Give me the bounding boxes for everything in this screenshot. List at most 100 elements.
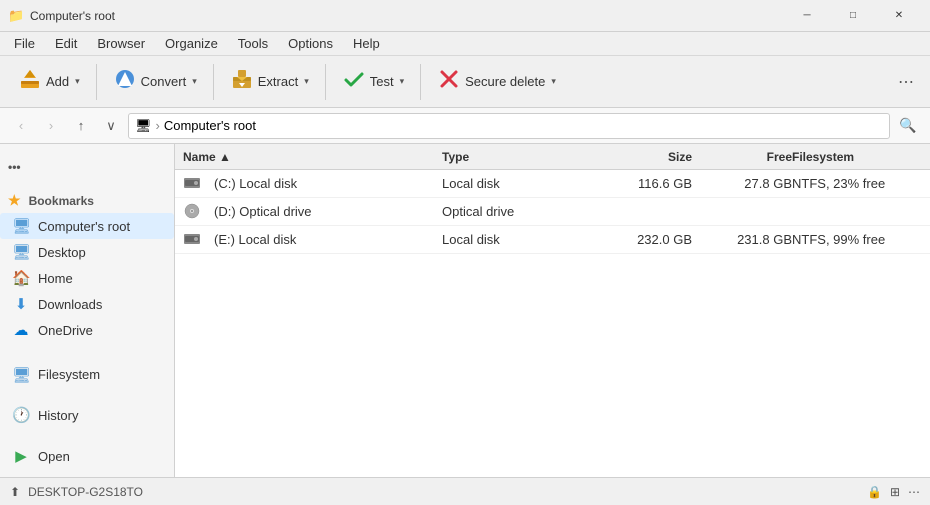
desktop-label: Desktop — [38, 245, 86, 260]
grid-icon: ⊞ — [890, 485, 900, 499]
filesystem-label: Filesystem — [38, 367, 100, 382]
title-bar: 📁 Computer's root ─ □ ✕ — [0, 0, 930, 32]
row-free: 231.8 GB — [692, 232, 792, 247]
row-size: 232.0 GB — [592, 232, 692, 247]
secure-delete-icon — [437, 67, 461, 97]
maximize-button[interactable]: □ — [830, 0, 876, 32]
row-name: (E:) Local disk — [183, 230, 442, 248]
app-icon: 📁 — [8, 8, 24, 24]
menu-help[interactable]: Help — [343, 34, 390, 53]
row-type: Local disk — [442, 176, 592, 191]
disk-c-icon — [183, 174, 206, 192]
col-header-free[interactable]: Free — [692, 150, 792, 164]
file-list: Name ▲ Type Size Free Filesystem (C:) Lo… — [175, 144, 930, 477]
table-row[interactable]: (C:) Local disk Local disk 116.6 GB 27.8… — [175, 170, 930, 198]
toolbar: Add ▾ Convert ▾ Extract ▾ — [0, 56, 930, 108]
add-button[interactable]: Add ▾ — [8, 62, 90, 102]
table-row[interactable]: (D:) Optical drive Optical drive — [175, 198, 930, 226]
file-list-header: Name ▲ Type Size Free Filesystem — [175, 144, 930, 170]
status-more-icon[interactable]: ⋯ — [908, 485, 920, 499]
menu-options[interactable]: Options — [278, 34, 343, 53]
menu-bar: File Edit Browser Organize Tools Options… — [0, 32, 930, 56]
computers-root-icon: 🖥 — [12, 217, 30, 235]
sidebar-item-downloads[interactable]: ⬇ Downloads — [0, 291, 174, 317]
status-label: DESKTOP-G2S18TO — [28, 485, 143, 499]
open-icon: ▶ — [12, 447, 30, 465]
menu-browser[interactable]: Browser — [87, 34, 155, 53]
extract-button[interactable]: Extract ▾ — [220, 62, 319, 102]
toolbar-sep-4 — [420, 64, 421, 100]
breadcrumb-path[interactable]: Computer's root — [164, 118, 256, 133]
add-arrow: ▾ — [75, 76, 80, 87]
sidebar-item-open[interactable]: ▶ Open — [0, 443, 174, 469]
menu-file[interactable]: File — [4, 34, 45, 53]
filesystem-icon: 🖥 — [12, 366, 30, 384]
breadcrumb: 🖥 › Computer's root — [128, 113, 890, 139]
toolbar-sep-2 — [213, 64, 214, 100]
sidebar-item-computers-root[interactable]: 🖥 Computer's root — [0, 213, 174, 239]
window-title: Computer's root — [30, 9, 784, 23]
onedrive-icon: ☁ — [12, 321, 30, 339]
test-label: Test — [370, 74, 394, 89]
col-header-size[interactable]: Size — [592, 150, 692, 164]
row-name: (D:) Optical drive — [183, 202, 442, 220]
search-button[interactable]: 🔍 — [894, 112, 922, 140]
col-header-name[interactable]: Name ▲ — [183, 150, 442, 164]
sidebar-more[interactable]: ••• — [0, 156, 174, 178]
path-dropdown-button[interactable]: ∨ — [98, 113, 124, 139]
downloads-label: Downloads — [38, 297, 102, 312]
sidebar-item-filesystem[interactable]: 🖥 Filesystem — [0, 362, 174, 388]
up-button[interactable]: ↑ — [68, 113, 94, 139]
address-bar: ‹ › ↑ ∨ 🖥 › Computer's root 🔍 — [0, 108, 930, 144]
row-size: 116.6 GB — [592, 176, 692, 191]
sidebar-item-home[interactable]: 🏠 Home — [0, 265, 174, 291]
computers-root-label: Computer's root — [38, 219, 130, 234]
convert-icon — [113, 67, 137, 97]
sidebar-top-section: ••• — [0, 152, 174, 182]
extract-arrow: ▾ — [304, 76, 309, 87]
history-label: History — [38, 408, 78, 423]
sidebar: ••• ★ Bookmarks 🖥 Computer's root 🖥 Desk… — [0, 144, 175, 477]
row-filesystem: NTFS, 23% free — [792, 176, 922, 191]
toolbar-sep-1 — [96, 64, 97, 100]
secure-delete-button[interactable]: Secure delete ▾ — [427, 62, 566, 102]
bookmarks-header[interactable]: ★ Bookmarks — [0, 188, 174, 213]
convert-button[interactable]: Convert ▾ — [103, 62, 207, 102]
row-type: Local disk — [442, 232, 592, 247]
computer-icon: 🖥 — [135, 118, 152, 134]
history-icon: 🕐 — [12, 406, 30, 424]
status-computer-icon: ⬆ — [10, 485, 20, 499]
disk-d-icon — [183, 202, 206, 220]
add-icon — [18, 67, 42, 97]
desktop-icon: 🖥 — [12, 243, 30, 261]
home-label: Home — [38, 271, 73, 286]
sidebar-item-history[interactable]: 🕐 History — [0, 402, 174, 428]
lock-icon: 🔒 — [867, 485, 882, 499]
table-row[interactable]: (E:) Local disk Local disk 232.0 GB 231.… — [175, 226, 930, 254]
bookmarks-star-icon: ★ — [8, 192, 21, 209]
back-button[interactable]: ‹ — [8, 113, 34, 139]
menu-tools[interactable]: Tools — [228, 34, 278, 53]
test-icon — [342, 67, 366, 97]
menu-edit[interactable]: Edit — [45, 34, 87, 53]
col-header-type[interactable]: Type — [442, 150, 592, 164]
bookmarks-label: Bookmarks — [29, 194, 94, 208]
downloads-icon: ⬇ — [12, 295, 30, 313]
sidebar-item-desktop[interactable]: 🖥 Desktop — [0, 239, 174, 265]
forward-button[interactable]: › — [38, 113, 64, 139]
close-button[interactable]: ✕ — [876, 0, 922, 32]
sidebar-item-onedrive[interactable]: ☁ OneDrive — [0, 317, 174, 343]
secure-delete-label: Secure delete — [465, 74, 545, 89]
minimize-button[interactable]: ─ — [784, 0, 830, 32]
open-label: Open — [38, 449, 70, 464]
row-free: 27.8 GB — [692, 176, 792, 191]
test-arrow: ▾ — [400, 76, 405, 87]
menu-organize[interactable]: Organize — [155, 34, 228, 53]
toolbar-more-button[interactable]: ⋯ — [890, 68, 922, 96]
disk-e-icon — [183, 230, 206, 248]
col-header-filesystem[interactable]: Filesystem — [792, 150, 922, 164]
bookmarks-section: ★ Bookmarks 🖥 Computer's root 🖥 Desktop … — [0, 184, 174, 347]
window-controls: ─ □ ✕ — [784, 0, 922, 32]
add-label: Add — [46, 74, 69, 89]
test-button[interactable]: Test ▾ — [332, 62, 414, 102]
